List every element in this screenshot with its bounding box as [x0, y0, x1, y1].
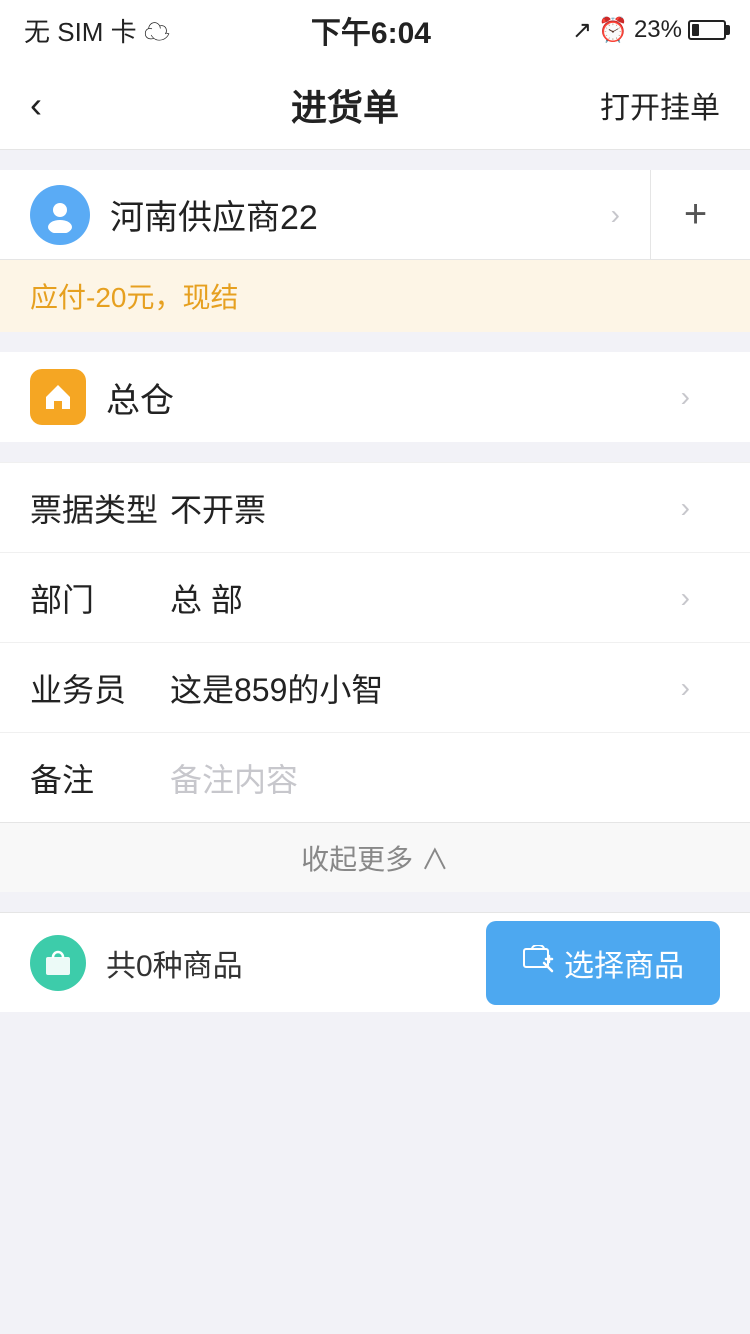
salesperson-chevron-icon: › — [681, 672, 690, 704]
field-row-department[interactable]: 部门 总 部 › — [0, 552, 750, 642]
department-value: 总 部 — [170, 575, 681, 621]
collapse-label: 收起更多 ∧ — [301, 838, 449, 878]
remark-label: 备注 — [30, 755, 170, 801]
bottom-bar: 共0种商品 选择商品 — [0, 912, 750, 1012]
select-product-label: 选择商品 — [564, 941, 684, 985]
select-product-button[interactable]: 选择商品 — [486, 921, 720, 1005]
fields-card: 票据类型 不开票 › 部门 总 部 › 业务员 这是859的小智 › 备注 备注… — [0, 462, 750, 892]
notice-text: 应付-20元，现结 — [30, 282, 238, 313]
warehouse-chevron-icon: › — [681, 381, 690, 413]
location-icon: ↗ — [572, 16, 592, 45]
department-label: 部门 — [30, 575, 170, 621]
collapse-button[interactable]: 收起更多 ∧ — [0, 822, 750, 892]
battery-text: 23% — [634, 16, 682, 44]
salesperson-value: 这是859的小智 — [170, 665, 681, 711]
ticket-type-chevron-icon: › — [681, 492, 690, 524]
warehouse-name: 总仓 — [106, 373, 681, 422]
section-gap-2 — [0, 332, 750, 352]
page-title: 进货单 — [291, 79, 399, 131]
remark-input[interactable]: 备注内容 — [170, 755, 720, 801]
supplier-avatar — [30, 185, 90, 245]
department-chevron-icon: › — [681, 582, 690, 614]
field-row-salesperson[interactable]: 业务员 这是859的小智 › — [0, 642, 750, 732]
signal-text: 无 SIM 卡 ☁ — [24, 12, 170, 49]
open-pending-button[interactable]: 打开挂单 — [600, 83, 720, 127]
status-left: 无 SIM 卡 ☁ — [24, 12, 170, 49]
supplier-name: 河南供应商22 — [110, 190, 611, 239]
status-bar: 无 SIM 卡 ☁ 下午6:04 ↗ ⏰ 23% — [0, 0, 750, 60]
status-right: ↗ ⏰ 23% — [572, 16, 726, 45]
select-product-icon — [522, 945, 554, 981]
section-gap-3 — [0, 442, 750, 462]
back-button[interactable]: ‹ — [30, 84, 90, 126]
battery-icon — [688, 20, 726, 40]
nav-bar: ‹ 进货单 打开挂单 — [0, 60, 750, 150]
status-time: 下午6:04 — [311, 8, 431, 52]
product-icon — [30, 935, 86, 991]
notice-bar: 应付-20元，现结 — [0, 260, 750, 332]
supplier-chevron-icon: › — [611, 199, 620, 231]
section-gap-1 — [0, 150, 750, 170]
supplier-card: 河南供应商22 › + 应付-20元，现结 — [0, 170, 750, 332]
product-count: 共0种商品 — [106, 941, 486, 985]
field-row-ticket-type[interactable]: 票据类型 不开票 › — [0, 462, 750, 552]
alarm-icon: ⏰ — [598, 16, 628, 45]
warehouse-row[interactable]: 总仓 › — [0, 352, 750, 442]
salesperson-label: 业务员 — [30, 665, 170, 711]
warehouse-card: 总仓 › — [0, 352, 750, 442]
add-supplier-button[interactable]: + — [650, 170, 720, 260]
ticket-type-label: 票据类型 — [30, 485, 170, 531]
field-row-remark[interactable]: 备注 备注内容 — [0, 732, 750, 822]
ticket-type-value: 不开票 — [170, 485, 681, 531]
warehouse-icon — [30, 369, 86, 425]
supplier-row[interactable]: 河南供应商22 › + — [0, 170, 750, 260]
